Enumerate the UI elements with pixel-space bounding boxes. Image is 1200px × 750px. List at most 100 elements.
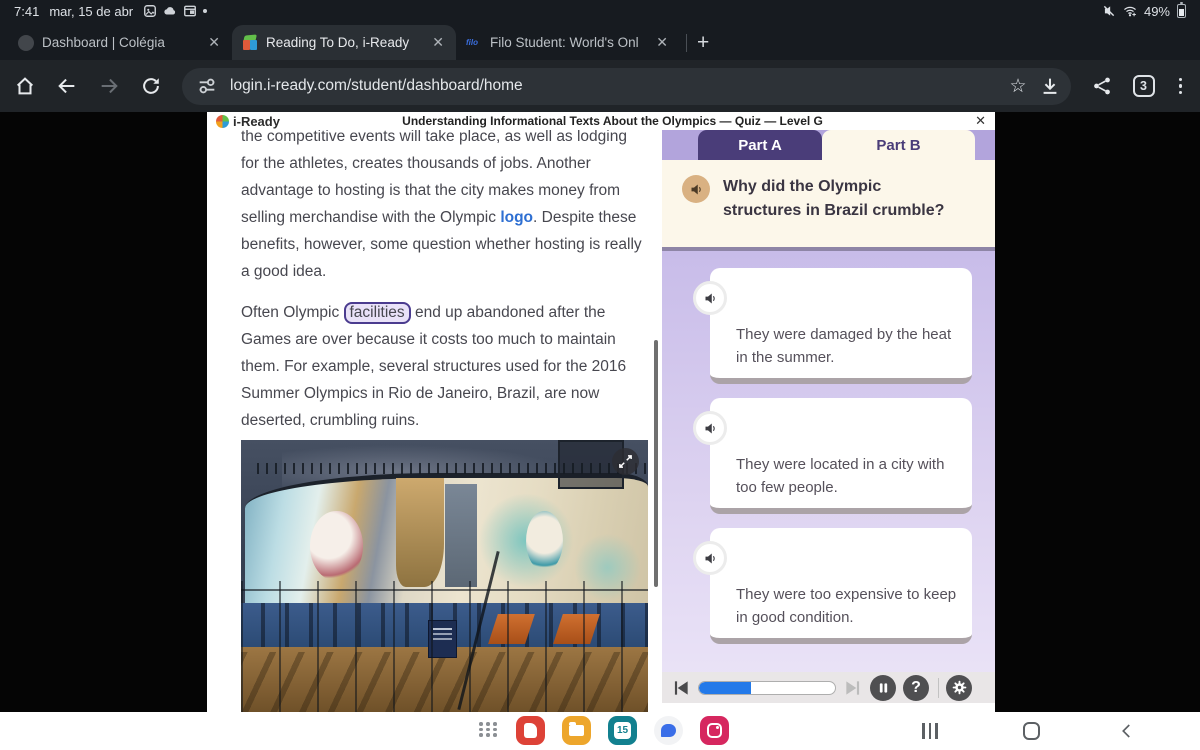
url-bar[interactable]: login.i-ready.com/student/dashboard/home… [182,67,1071,105]
passage-photo [241,440,648,712]
answer-choices: They were damaged by the heat in the sum… [662,251,995,681]
audio-progress-bar[interactable] [698,680,836,695]
notification-icons [143,4,208,18]
photo-tarp [444,483,478,587]
photo-torn-banner [395,478,445,587]
facilities-vocab-word[interactable]: facilities [343,302,411,324]
passage-scrollbar[interactable] [654,340,658,587]
part-tabs: Part A Part B [662,130,995,160]
files-app-icon[interactable] [562,716,591,745]
window-icon [184,5,197,17]
mute-icon [1103,5,1115,17]
pause-button[interactable] [870,674,896,701]
tab-dashboard-colegia[interactable]: Dashboard | Colégia ✕ [8,25,232,60]
reload-button[interactable] [140,75,162,97]
audio-player-bar: ? [662,672,995,703]
question-panel: Part A Part B Why did the Olympic struct… [662,130,995,712]
back-button[interactable] [56,75,78,97]
home-button[interactable] [14,75,36,97]
tab-close-icon[interactable]: ✕ [654,34,670,51]
passage-paragraph-2: Often Olympic facilities end up abandone… [241,299,655,434]
recents-button[interactable] [922,723,938,739]
help-button[interactable]: ? [903,674,929,701]
answer-choice-3[interactable]: They were too expensive to keep in good … [693,528,972,644]
passage-text: Often Olympic [241,304,344,321]
speaker-icon [691,184,701,194]
speaker-icon [705,293,715,303]
screenshot-icon [144,5,157,17]
photo-expand-button[interactable] [612,448,639,475]
expand-arrows-icon [619,455,632,468]
quiz-header: i-Ready Understanding Informational Text… [207,112,995,130]
url-text[interactable]: login.i-ready.com/student/dashboard/home [230,77,997,95]
camera-app-icon[interactable] [700,716,729,745]
pause-icon [879,682,887,693]
battery-percent: 49% [1143,3,1170,19]
tab-reading-iready[interactable]: Reading To Do, i-Ready ✕ [232,25,456,60]
status-right: 49% [1102,2,1186,19]
tab-divider [686,34,687,52]
iready-logo-text: i-Ready [233,113,280,129]
tab-part-a[interactable]: Part A [698,130,822,160]
tab-close-icon[interactable]: ✕ [206,34,222,51]
speaker-icon [705,553,715,563]
quiz-modal: i-Ready Understanding Informational Text… [207,112,995,712]
status-left: 7:41 mar, 15 de abr [14,3,208,19]
answer-audio-button[interactable] [693,281,727,315]
tab-title: Reading To Do, i-Ready [266,35,410,50]
question-text: Why did the Olympic structures in Brazil… [723,178,945,219]
answer-text: They were damaged by the heat in the sum… [736,326,952,366]
bookmark-star-icon[interactable]: ☆ [1009,75,1026,98]
tab-close-icon[interactable]: ✕ [430,34,446,51]
clock: 7:41 [14,3,40,19]
answer-audio-button[interactable] [693,541,727,575]
overflow-menu-button[interactable] [1175,77,1187,95]
question-area: Why did the Olympic structures in Brazil… [662,160,995,247]
notes-app-icon[interactable] [516,716,545,745]
home-nav-button[interactable] [1023,722,1040,740]
forward-button[interactable] [98,75,120,97]
speaker-icon [705,423,715,433]
skip-back-button[interactable] [671,678,691,698]
photo-mascot-right [525,510,563,571]
iready-logo-icon [216,114,229,128]
status-bar: 7:41 mar, 15 de abr 49% [0,0,1200,22]
calendar-app-icon[interactable]: 15 [608,716,637,745]
tab-switcher-button[interactable]: 3 [1132,75,1155,97]
site-settings-icon[interactable] [196,75,218,97]
audio-progress-fill [699,681,751,694]
answer-text: They were located in a city with too few… [736,456,945,496]
answer-choice-1[interactable]: They were damaged by the heat in the sum… [693,268,972,384]
question-audio-button[interactable] [682,175,710,203]
question-mark-icon: ? [911,678,921,696]
tab-title: Filo Student: World's Onl [490,35,639,50]
answer-choice-2[interactable]: They were located in a city with too few… [693,398,972,514]
messages-app-icon[interactable] [654,716,683,745]
browser-tab-strip: Dashboard | Colégia ✕ Reading To Do, i-R… [0,22,1200,60]
settings-button[interactable] [946,674,972,701]
android-screen: 7:41 mar, 15 de abr 49% Dashboard | Colé… [0,0,1200,750]
answer-audio-button[interactable] [693,411,727,445]
calendar-day-number: 15 [614,722,631,739]
logo-vocab-link[interactable]: logo [500,209,533,226]
passage-pane[interactable]: the competitive events will take place, … [207,130,656,712]
photo-fence [241,581,648,712]
audio-divider [938,677,939,698]
browser-toolbar: login.i-ready.com/student/dashboard/home… [0,60,1200,112]
back-nav-button[interactable] [1118,722,1136,740]
colegia-favicon [18,34,34,51]
quiz-close-button[interactable]: ✕ [975,113,986,129]
share-icon[interactable] [1091,75,1113,97]
tab-part-b[interactable]: Part B [822,130,975,160]
skip-forward-button[interactable] [843,678,863,698]
tab-filo-student[interactable]: filo Filo Student: World's Onl ✕ [456,25,680,60]
quiz-title: Understanding Informational Texts About … [402,114,823,128]
tab-title: Dashboard | Colégia [42,35,165,50]
battery-icon [1177,2,1186,18]
iready-logo: i-Ready [216,114,280,129]
download-icon[interactable] [1039,75,1061,97]
app-drawer-button[interactable] [479,722,498,737]
photo-mascot-left [310,510,364,582]
answer-text: They were too expensive to keep in good … [736,586,957,626]
new-tab-button[interactable]: + [697,31,709,55]
